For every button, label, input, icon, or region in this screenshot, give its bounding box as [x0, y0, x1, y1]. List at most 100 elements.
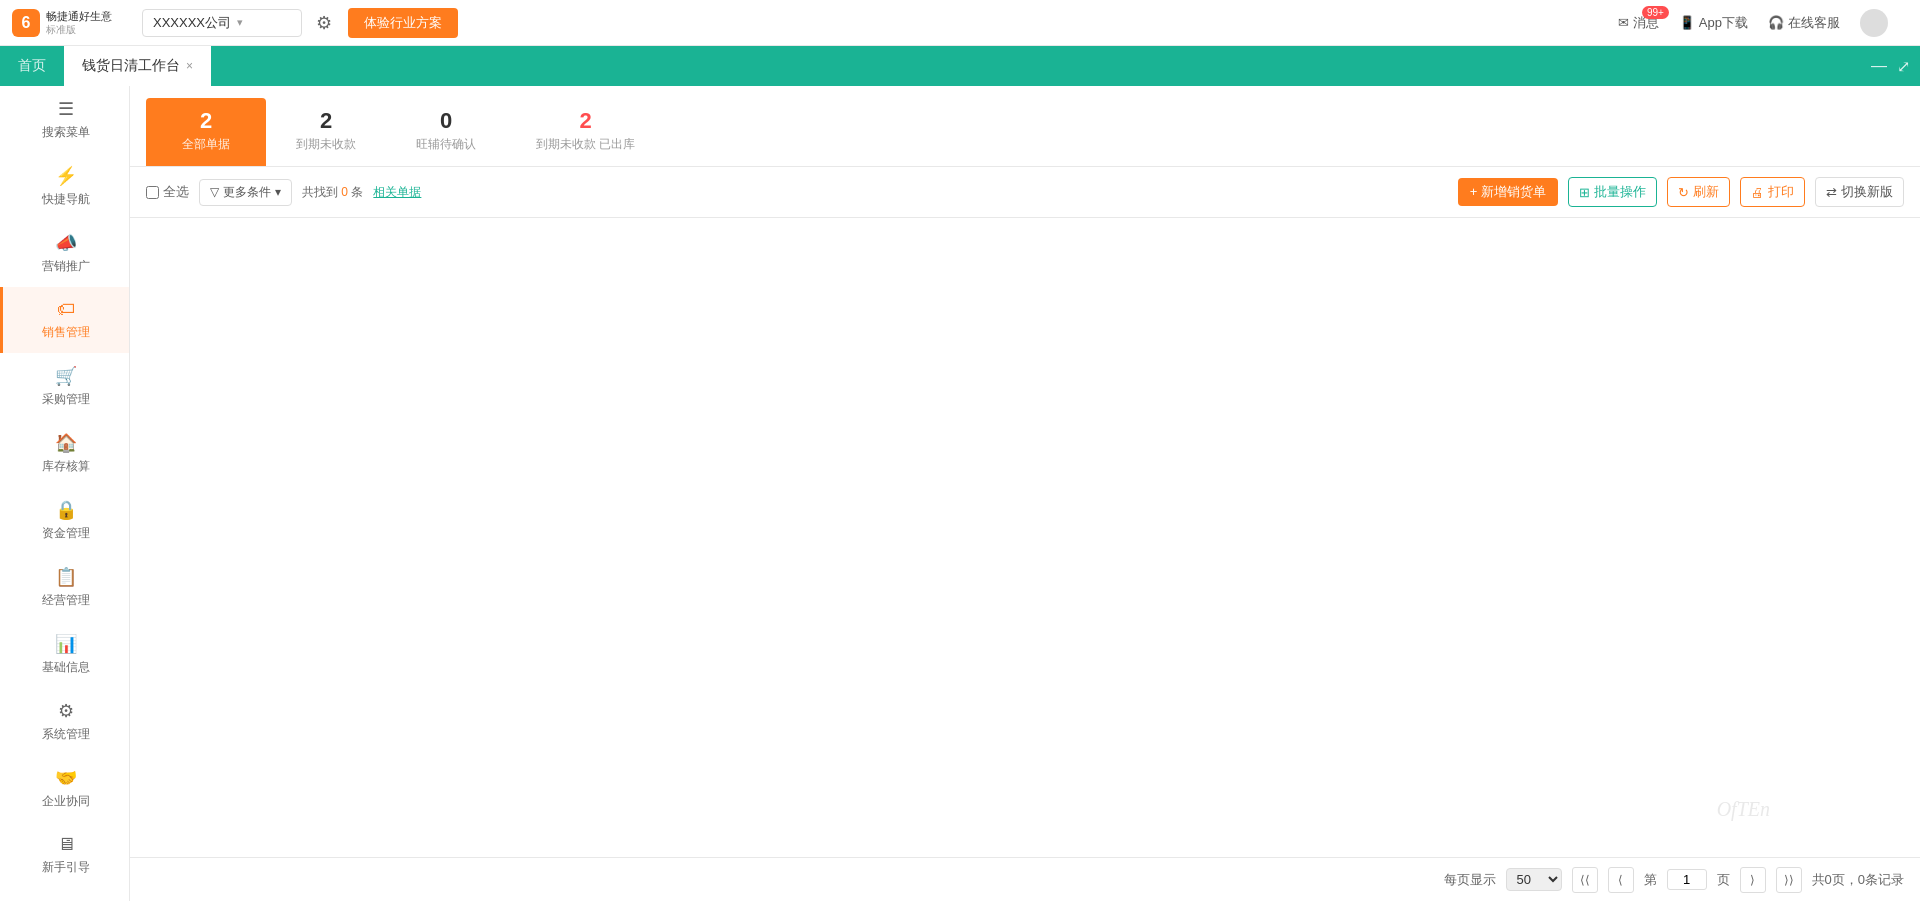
online-service-label: 在线客服 [1788, 14, 1840, 32]
main-layout: ☰ 搜索菜单 ⚡ 快捷导航 📣 营销推广 🏷 销售管理 🛒 采购管理 🏠 库存核… [0, 86, 1920, 901]
batch-ops-btn[interactable]: ⊞ 批量操作 [1568, 177, 1657, 207]
logo-title: 畅捷通好生意 [46, 9, 112, 23]
sidebar-item-app-center[interactable]: 📦 应用中心 [0, 888, 129, 901]
quick-nav-icon: ⚡ [55, 165, 77, 187]
card-all-num: 2 [200, 108, 212, 134]
toolbar-left: 全选 ▽ 更多条件 ▾ 共找到 0 条 相关单据 [146, 179, 1448, 206]
sidebar-item-marketing-label: 营销推广 [42, 258, 90, 275]
online-service-icon: 🎧 [1768, 15, 1784, 30]
sidebar-item-enterprise[interactable]: 🤝 企业协同 [0, 755, 129, 822]
content-area: 2 全部单据 2 到期未收款 0 旺辅待确认 2 到期未收款 已出库 全选 [130, 86, 1920, 901]
sidebar-item-finance[interactable]: 🔒 资金管理 [0, 487, 129, 554]
refresh-icon: ↻ [1678, 185, 1689, 200]
sidebar-item-operations[interactable]: 📋 经营管理 [0, 554, 129, 621]
related-order-link[interactable]: 相关单据 [373, 184, 421, 201]
sidebar-item-search-menu[interactable]: ☰ 搜索菜单 [0, 86, 129, 153]
per-page-label: 每页显示 [1444, 871, 1496, 889]
first-page-btn[interactable]: ⟨⟨ [1572, 867, 1598, 893]
online-service-item[interactable]: 🎧 在线客服 [1768, 14, 1840, 32]
per-page-select[interactable]: 10 20 50 100 [1506, 868, 1562, 891]
tab-close-icon[interactable]: × [186, 59, 193, 73]
search-menu-icon: ☰ [58, 98, 74, 120]
next-page-btn[interactable]: ⟩ [1740, 867, 1766, 893]
app-download-icon: 📱 [1679, 15, 1695, 30]
card-pending[interactable]: 0 旺辅待确认 [386, 98, 506, 166]
card-all[interactable]: 2 全部单据 [146, 98, 266, 166]
header-right: ✉ 消息 99+ 📱 App下载 🎧 在线客服 [1618, 9, 1908, 37]
user-avatar[interactable] [1860, 9, 1888, 37]
card-pending-label: 旺辅待确认 [416, 136, 476, 153]
card-overdue-shipped-label: 到期未收款 已出库 [536, 136, 635, 153]
sales-icon: 🏷 [57, 299, 75, 320]
company-selector[interactable]: XXXXXX公司 ▾ [142, 9, 302, 37]
operations-icon: 📋 [55, 566, 77, 588]
switch-version-btn[interactable]: ⇄ 切换新版 [1815, 177, 1904, 207]
sidebar-item-inventory-label: 库存核算 [42, 458, 90, 475]
sidebar-item-quick-nav[interactable]: ⚡ 快捷导航 [0, 153, 129, 220]
found-text: 共找到 0 条 [302, 184, 363, 201]
more-filter-btn[interactable]: ▽ 更多条件 ▾ [199, 179, 292, 206]
purchase-icon: 🛒 [55, 365, 77, 387]
select-all-checkbox[interactable]: 全选 [146, 183, 189, 201]
sidebar-item-new-guide[interactable]: 🖥 新手引导 [0, 822, 129, 888]
top-header: 6 畅捷通好生意 标准版 XXXXXX公司 ▾ ⚙ 体验行业方案 ✉ 消息 99… [0, 0, 1920, 46]
sidebar-item-sys-mgmt-label: 系统管理 [42, 726, 90, 743]
tab-home[interactable]: 首页 [0, 46, 64, 86]
page-number-input[interactable] [1667, 869, 1707, 890]
sidebar-item-new-guide-label: 新手引导 [42, 859, 90, 876]
marketing-icon: 📣 [55, 232, 77, 254]
total-info: 共0页，0条记录 [1812, 871, 1904, 889]
message-icon: ✉ [1618, 15, 1629, 30]
sidebar-item-enterprise-label: 企业协同 [42, 793, 90, 810]
sidebar-item-finance-label: 资金管理 [42, 525, 90, 542]
batch-ops-icon: ⊞ [1579, 185, 1590, 200]
refresh-btn[interactable]: ↻ 刷新 [1667, 177, 1730, 207]
tab-minimize-icon[interactable]: — [1871, 57, 1887, 75]
sidebar-item-basic-info[interactable]: 📊 基础信息 [0, 621, 129, 688]
logo-icon: 6 [12, 9, 40, 37]
company-arrow-icon: ▾ [237, 16, 243, 29]
sidebar-item-sys-mgmt[interactable]: ⚙ 系统管理 [0, 688, 129, 755]
select-all-input[interactable] [146, 186, 159, 199]
sidebar-item-sales-label: 销售管理 [42, 324, 90, 341]
new-guide-icon: 🖥 [57, 834, 75, 855]
sidebar: ☰ 搜索菜单 ⚡ 快捷导航 📣 营销推广 🏷 销售管理 🛒 采购管理 🏠 库存核… [0, 86, 130, 901]
prev-page-btn[interactable]: ⟨ [1608, 867, 1634, 893]
app-download-label: App下载 [1699, 14, 1748, 32]
settings-icon[interactable]: ⚙ [312, 8, 336, 38]
sidebar-item-sales[interactable]: 🏷 销售管理 [0, 287, 129, 353]
print-btn[interactable]: 🖨 打印 [1740, 177, 1805, 207]
experience-btn[interactable]: 体验行业方案 [348, 8, 458, 38]
more-filter-label: 更多条件 [223, 184, 271, 201]
switch-icon: ⇄ [1826, 185, 1837, 200]
sidebar-item-marketing[interactable]: 📣 营销推广 [0, 220, 129, 287]
page-suffix: 页 [1717, 871, 1730, 889]
inventory-icon: 🏠 [55, 432, 77, 454]
filter-arrow-icon: ▾ [275, 185, 281, 199]
sidebar-item-quick-nav-label: 快捷导航 [42, 191, 90, 208]
card-pending-num: 0 [440, 108, 452, 134]
sidebar-item-purchase[interactable]: 🛒 采购管理 [0, 353, 129, 420]
last-page-btn[interactable]: ⟩⟩ [1776, 867, 1802, 893]
company-name: XXXXXX公司 [153, 14, 231, 32]
pagination-bar: 每页显示 10 20 50 100 ⟨⟨ ⟨ 第 页 ⟩ ⟩⟩ 共0页，0条记录 [130, 857, 1920, 901]
card-overdue[interactable]: 2 到期未收款 [266, 98, 386, 166]
sidebar-item-search-menu-label: 搜索菜单 [42, 124, 90, 141]
filter-icon: ▽ [210, 185, 219, 199]
tab-bar-actions: — ⤢ [1871, 57, 1920, 76]
sidebar-item-inventory[interactable]: 🏠 库存核算 [0, 420, 129, 487]
tab-maximize-icon[interactable]: ⤢ [1897, 57, 1910, 76]
enterprise-icon: 🤝 [55, 767, 77, 789]
tab-bar: 首页 钱货日清工作台 × — ⤢ [0, 46, 1920, 86]
logo-area: 6 畅捷通好生意 标准版 [12, 9, 142, 37]
app-download-item[interactable]: 📱 App下载 [1679, 14, 1748, 32]
card-all-label: 全部单据 [182, 136, 230, 153]
tab-workspace[interactable]: 钱货日清工作台 × [64, 46, 211, 86]
page-label: 第 [1644, 871, 1657, 889]
print-icon: 🖨 [1751, 185, 1764, 200]
add-sales-btn[interactable]: + 新增销货单 [1458, 178, 1558, 206]
sidebar-item-operations-label: 经营管理 [42, 592, 90, 609]
card-overdue-shipped[interactable]: 2 到期未收款 已出库 [506, 98, 665, 166]
logo-subtitle: 标准版 [46, 23, 112, 36]
message-item[interactable]: ✉ 消息 99+ [1618, 14, 1659, 32]
